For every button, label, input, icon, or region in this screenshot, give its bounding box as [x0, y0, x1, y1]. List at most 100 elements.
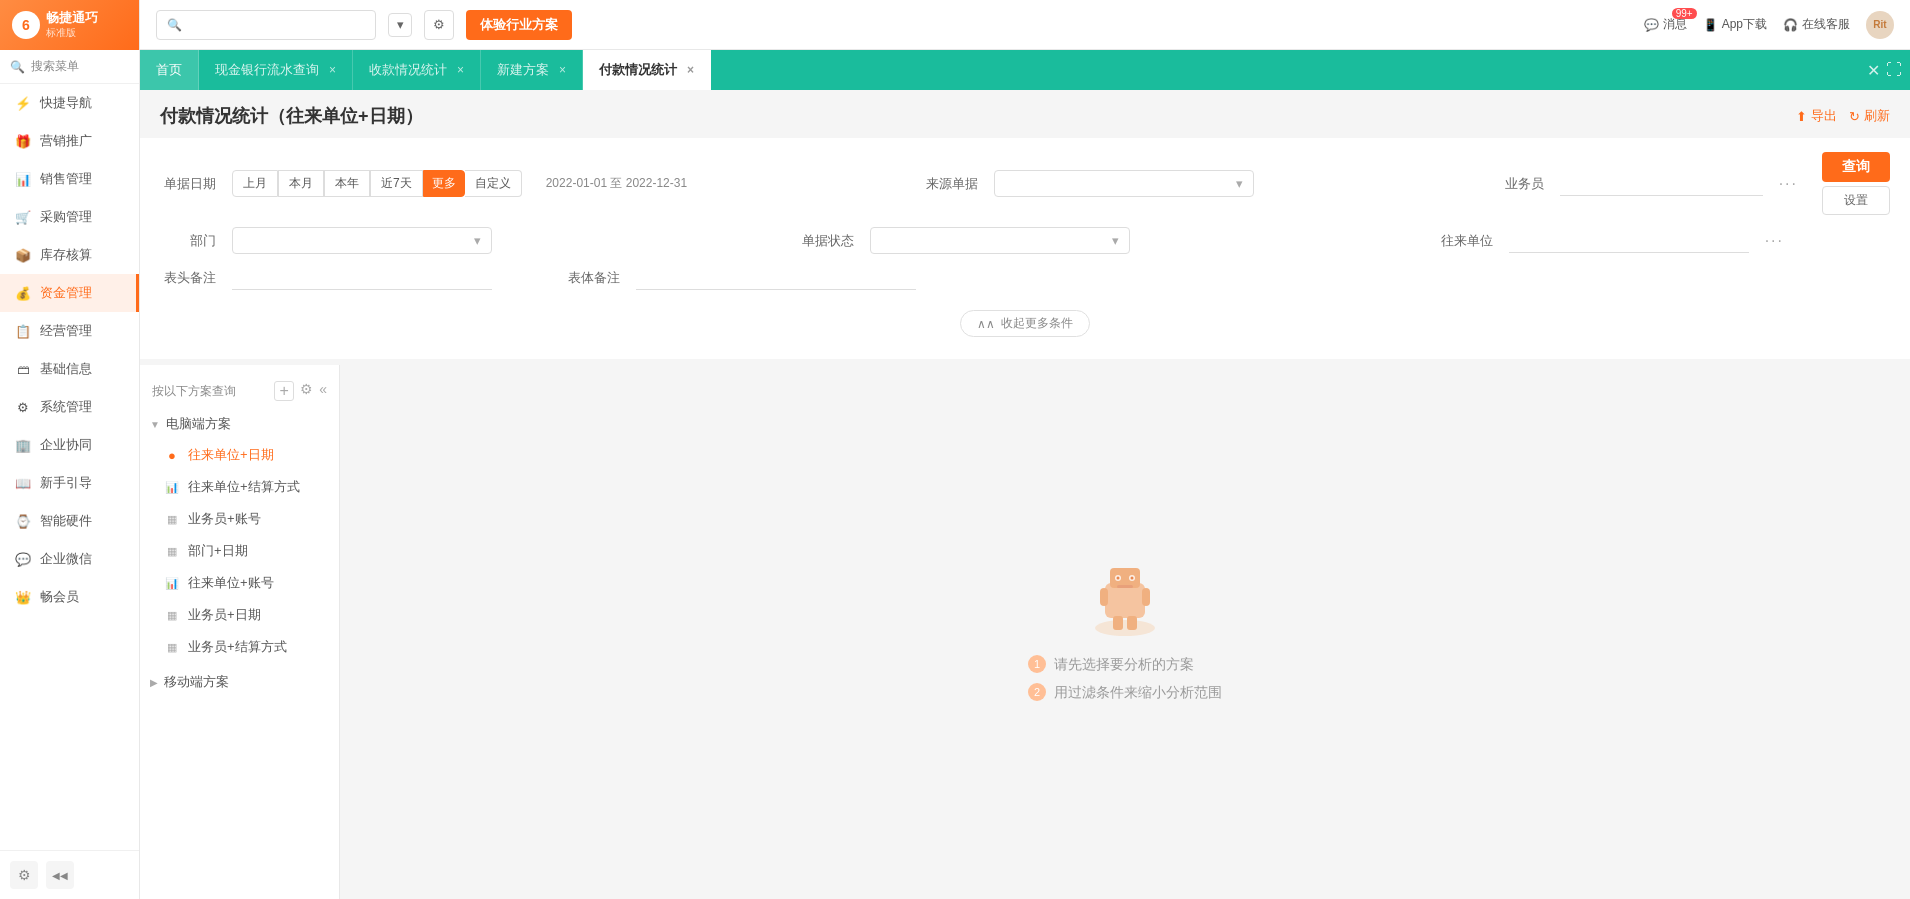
- collapse-conditions-btn[interactable]: ∧∧ 收起更多条件: [960, 310, 1090, 337]
- sidebar-item-inventory[interactable]: 📦 库存核算: [0, 236, 139, 274]
- tab-new-scheme[interactable]: 新建方案 ×: [481, 50, 583, 90]
- export-btn[interactable]: ⬆ 导出: [1796, 107, 1837, 125]
- dept-filter-label: 部门: [160, 232, 216, 250]
- tab-payment-stats[interactable]: 付款情况统计 ×: [583, 50, 711, 90]
- header-search-icon: 🔍: [167, 18, 182, 32]
- sidebar-item-label: 销售管理: [40, 170, 92, 188]
- sidebar-item-basic-info[interactable]: 🗃 基础信息: [0, 350, 139, 388]
- sidebar-item-member[interactable]: 👑 畅会员: [0, 578, 139, 616]
- sidebar-item-company[interactable]: 🏢 企业协同: [0, 426, 139, 464]
- refresh-label: 刷新: [1864, 107, 1890, 125]
- source-select[interactable]: ▾: [994, 170, 1254, 197]
- close-window-btn[interactable]: ✕: [1867, 61, 1880, 80]
- trial-btn[interactable]: 体验行业方案: [466, 10, 572, 40]
- date-btn-this-month[interactable]: 本月: [278, 170, 324, 197]
- sidebar-item-system[interactable]: ⚙ 系统管理: [0, 388, 139, 426]
- scheme-settings-btn[interactable]: ⚙: [300, 381, 313, 401]
- messages-action[interactable]: 💬 消息 99+: [1644, 16, 1687, 33]
- agent-settle-icon: ▦: [164, 639, 180, 655]
- sidebar-item-operation[interactable]: 📋 经营管理: [0, 312, 139, 350]
- page-title-bar: 付款情况统计（往来单位+日期） ⬆ 导出 ↻ 刷新: [140, 90, 1910, 138]
- hint-num-2: 2: [1028, 683, 1046, 701]
- sidebar-search[interactable]: 🔍 搜索菜单: [0, 50, 139, 84]
- header-search[interactable]: 🔍: [156, 10, 376, 40]
- sidebar-nav: ⚡ 快捷导航 🎁 营销推广 📊 销售管理 🛒 采购管理 📦 库存核算 💰 资金管…: [0, 84, 139, 850]
- sidebar-item-label: 基础信息: [40, 360, 92, 378]
- date-btn-this-year[interactable]: 本年: [324, 170, 370, 197]
- mobile-schemes-section: ▶ 移动端方案: [140, 667, 339, 697]
- scheme-item-unit-account[interactable]: 📊 往来单位+账号: [140, 567, 339, 599]
- tab-home[interactable]: 首页: [140, 50, 199, 90]
- scheme-item-agent-account[interactable]: ▦ 业务员+账号: [140, 503, 339, 535]
- member-icon: 👑: [14, 588, 32, 606]
- desktop-section-header[interactable]: ▼ 电脑端方案: [140, 409, 339, 439]
- sidebar-item-sales[interactable]: 📊 销售管理: [0, 160, 139, 198]
- scheme-item-agent-settle[interactable]: ▦ 业务员+结算方式: [140, 631, 339, 663]
- sidebar-item-quick-nav[interactable]: ⚡ 快捷导航: [0, 84, 139, 122]
- date-range-display: 2022-01-01 至 2022-12-31: [546, 175, 687, 192]
- agent-filter-label: 业务员: [1488, 175, 1544, 193]
- unit-date-icon: ●: [164, 447, 180, 463]
- footer-collapse-btn[interactable]: ◀◀: [46, 861, 74, 889]
- source-filter-label: 来源单据: [922, 175, 978, 193]
- header-dropdown-btn[interactable]: ▾: [388, 13, 412, 37]
- tab-payment-stats-close[interactable]: ×: [687, 63, 694, 77]
- app-icon: 📱: [1703, 18, 1718, 32]
- dept-select-arrow: ▾: [474, 233, 481, 248]
- tab-bank-flow[interactable]: 现金银行流水查询 ×: [199, 50, 353, 90]
- app-download-action[interactable]: 📱 App下载: [1703, 16, 1767, 33]
- date-buttons: 上月 本月 本年 近7天 更多 自定义: [232, 170, 522, 197]
- purchase-icon: 🛒: [14, 208, 32, 226]
- scheme-item-label: 部门+日期: [188, 542, 248, 560]
- sidebar-item-marketing[interactable]: 🎁 营销推广: [0, 122, 139, 160]
- svg-point-0: [1095, 620, 1155, 636]
- sidebar-item-wechat[interactable]: 💬 企业微信: [0, 540, 139, 578]
- related-unit-input[interactable]: [1509, 229, 1749, 253]
- filter-row-date: 单据日期 上月 本月 本年 近7天 更多 自定义 2022-01-01 至 20…: [160, 152, 1890, 215]
- scheme-item-label: 业务员+账号: [188, 510, 261, 528]
- agent-input[interactable]: [1560, 172, 1763, 196]
- empty-hint-texts: 1 请先选择要分析的方案 2 用过滤条件来缩小分析范围: [1028, 650, 1222, 706]
- maximize-window-btn[interactable]: ⛶: [1886, 61, 1902, 79]
- add-scheme-btn[interactable]: +: [274, 381, 294, 401]
- dept-select[interactable]: ▾: [232, 227, 492, 254]
- scheme-item-label: 业务员+结算方式: [188, 638, 287, 656]
- date-btn-last-month[interactable]: 上月: [232, 170, 278, 197]
- agent-dots[interactable]: ···: [1779, 175, 1798, 193]
- tab-receipt-stats[interactable]: 收款情况统计 ×: [353, 50, 481, 90]
- svg-point-5: [1117, 577, 1120, 580]
- svg-point-6: [1131, 577, 1134, 580]
- user-avatar[interactable]: Rit: [1866, 11, 1894, 39]
- footer-settings-btn[interactable]: ⚙: [10, 861, 38, 889]
- sidebar-item-label: 企业协同: [40, 436, 92, 454]
- related-unit-dots[interactable]: ···: [1765, 232, 1784, 250]
- scheme-collapse-btn[interactable]: «: [319, 381, 327, 401]
- tab-receipt-stats-close[interactable]: ×: [457, 63, 464, 77]
- sidebar-item-guide[interactable]: 📖 新手引导: [0, 464, 139, 502]
- query-btn[interactable]: 查询: [1822, 152, 1890, 182]
- sidebar-item-purchase[interactable]: 🛒 采购管理: [0, 198, 139, 236]
- scheme-item-unit-date[interactable]: ● 往来单位+日期: [140, 439, 339, 471]
- tab-bank-flow-close[interactable]: ×: [329, 63, 336, 77]
- mobile-section-header[interactable]: ▶ 移动端方案: [140, 667, 339, 697]
- left-panel-header: 按以下方案查询 + ⚙ «: [140, 375, 339, 409]
- hint-step-1: 1 请先选择要分析的方案: [1028, 650, 1222, 678]
- tab-new-scheme-close[interactable]: ×: [559, 63, 566, 77]
- header-remark-input[interactable]: [232, 266, 492, 290]
- online-service-action[interactable]: 🎧 在线客服: [1783, 16, 1850, 33]
- settings-small-btn[interactable]: 设置: [1822, 186, 1890, 215]
- sidebar-item-finance[interactable]: 💰 资金管理: [0, 274, 139, 312]
- body-remark-input[interactable]: [636, 266, 916, 290]
- bill-status-select[interactable]: ▾: [870, 227, 1130, 254]
- collapse-icon: ∧∧: [977, 317, 995, 331]
- date-btn-custom[interactable]: 自定义: [465, 170, 522, 197]
- scheme-item-dept-date[interactable]: ▦ 部门+日期: [140, 535, 339, 567]
- header-settings-btn[interactable]: ⚙: [424, 10, 454, 40]
- scheme-item-unit-settle[interactable]: 📊 往来单位+结算方式: [140, 471, 339, 503]
- scheme-item-agent-date[interactable]: ▦ 业务员+日期: [140, 599, 339, 631]
- sidebar-item-hardware[interactable]: ⌚ 智能硬件: [0, 502, 139, 540]
- date-btn-more[interactable]: 更多: [423, 170, 465, 197]
- date-btn-7days[interactable]: 近7天: [370, 170, 423, 197]
- refresh-btn[interactable]: ↻ 刷新: [1849, 107, 1890, 125]
- export-label: 导出: [1811, 107, 1837, 125]
